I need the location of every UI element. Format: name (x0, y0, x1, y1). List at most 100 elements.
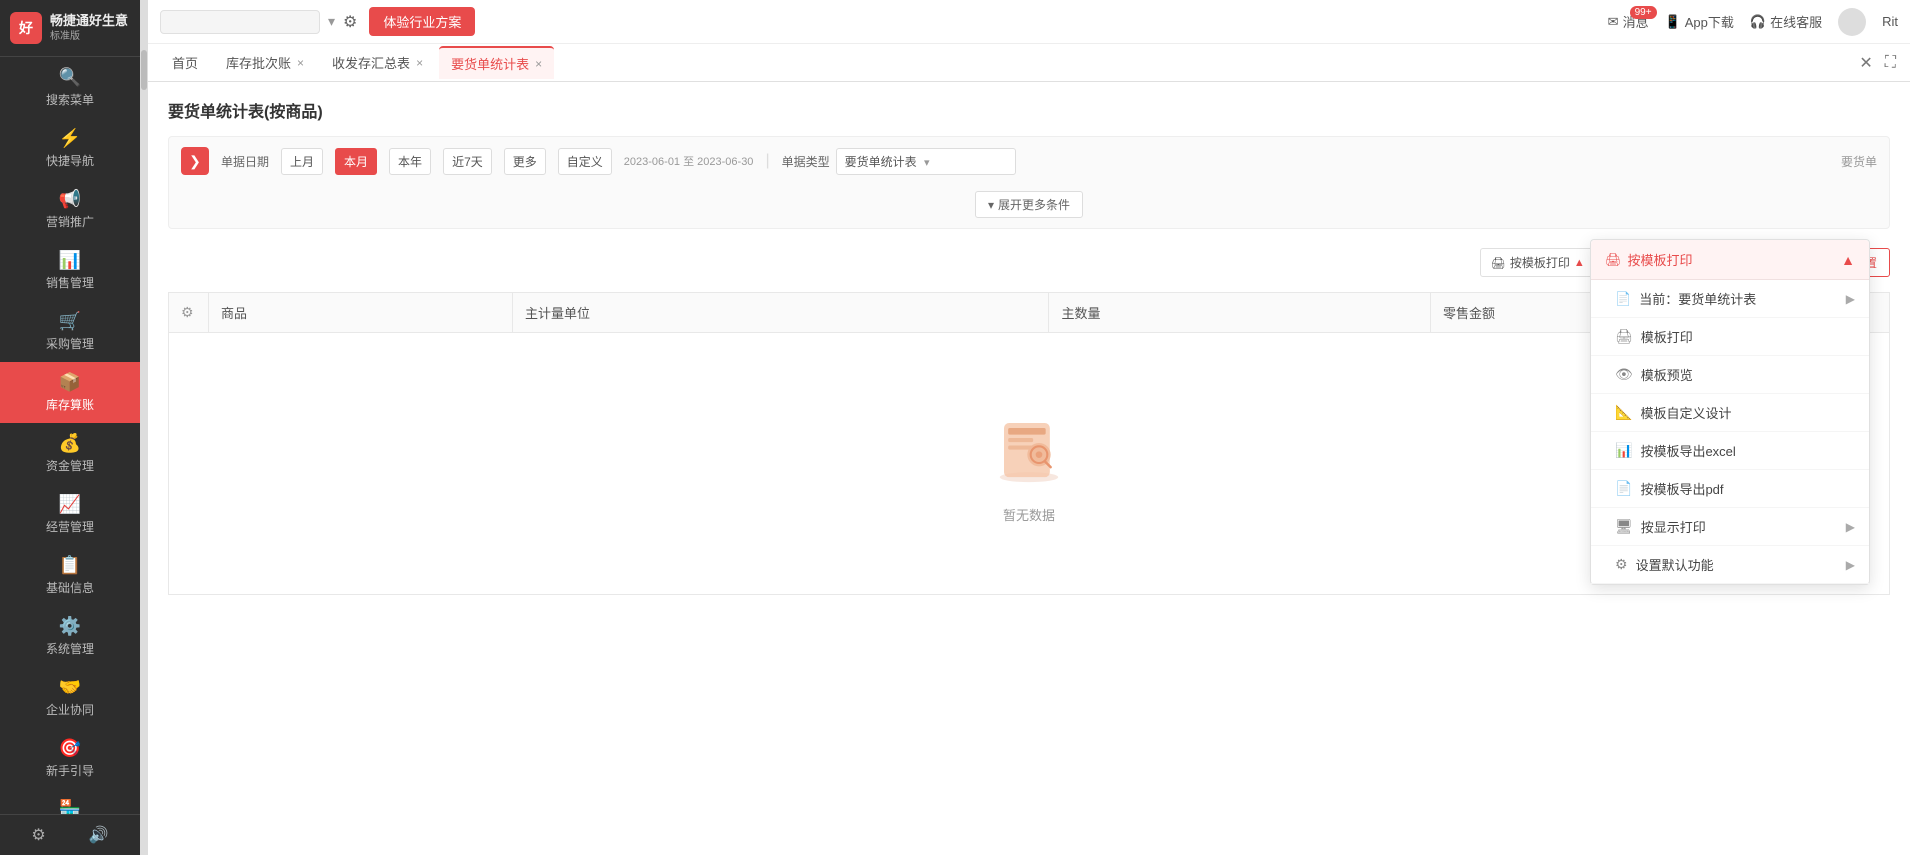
date-btn-7days[interactable]: 近7天 (443, 148, 492, 175)
dropdown-display-left: 🖥 按显示打印 (1615, 517, 1706, 536)
date-btn-more[interactable]: 更多 (504, 148, 546, 175)
topbar-settings-icon[interactable]: ⚙ (343, 12, 357, 32)
dropdown-item-export-excel[interactable]: 📊 按模板导出excel (1591, 432, 1869, 470)
table-col-settings: ⚙ (169, 293, 209, 333)
table-col-goods: 商品 (209, 293, 513, 333)
sidebar-item-purchase[interactable]: 🛒 采购管理 (0, 301, 140, 362)
operation-icon: 📈 (59, 494, 81, 515)
sidebar-item-marketing[interactable]: 📢 营销推广 (0, 179, 140, 240)
tab-close-batch[interactable]: × (297, 57, 304, 69)
logo-text: 畅捷通好生意 标准版 (50, 13, 128, 43)
tab-order-stats[interactable]: 要货单统计表 × (439, 46, 554, 79)
template-print-dropdown: 🖨 按模板打印 ▲ 📄 当前：要货单统计表 ▶ (1590, 239, 1870, 585)
sidebar-item-basic[interactable]: 📋 基础信息 (0, 545, 140, 606)
dropdown-custom-icon: 📐 (1615, 404, 1632, 421)
tab-receipts[interactable]: 收发存汇总表 × (320, 47, 435, 78)
expand-filter-btn[interactable]: ▾ 展开更多条件 (975, 191, 1083, 218)
type-select-group: 单据类型 要货单统计表 ▾ (782, 148, 1016, 175)
sidebar-item-enterprise[interactable]: 🤝 企业协同 (0, 667, 140, 728)
dropdown-collapse-btn[interactable]: ▲ (1841, 252, 1855, 268)
sidebar-item-inventory[interactable]: 📦 库存算账 (0, 362, 140, 423)
sidebar-item-shortcut[interactable]: ⚡ 快捷导航 (0, 118, 140, 179)
system-icon: ⚙️ (59, 616, 81, 637)
dropdown-preview-icon: 👁 (1615, 366, 1633, 383)
experience-btn[interactable]: 体验行业方案 (369, 7, 475, 36)
dropdown-pdf-icon: 📄 (1615, 480, 1632, 497)
scrollbar-thumb (141, 50, 147, 90)
dropdown-item-export-pdf[interactable]: 📄 按模板导出pdf (1591, 470, 1869, 508)
dropdown-header: 🖨 按模板打印 ▲ (1591, 240, 1869, 280)
tabs-controls: ✕ ⛶ (1857, 51, 1898, 75)
tab-home[interactable]: 首页 (160, 47, 210, 78)
sales-icon: 📊 (59, 250, 81, 271)
date-btn-this-year[interactable]: 本年 (389, 148, 431, 175)
tab-close-all-btn[interactable]: ✕ (1857, 51, 1874, 75)
date-btn-this-month[interactable]: 本月 (335, 148, 377, 175)
sidebar-item-system[interactable]: ⚙️ 系统管理 (0, 606, 140, 667)
shortcut-icon: ⚡ (59, 128, 81, 149)
settings-footer-btn[interactable]: ⚙ (31, 825, 45, 845)
dropdown-display-print[interactable]: 🖥 按显示打印 ▶ (1591, 508, 1869, 546)
dropdown-current-item[interactable]: 📄 当前：要货单统计表 ▶ (1591, 280, 1869, 318)
sidebar-item-operation[interactable]: 📈 经营管理 (0, 484, 140, 545)
inventory-icon: 📦 (59, 372, 81, 393)
user-avatar[interactable] (1838, 8, 1866, 36)
empty-text: 暂无数据 (1003, 505, 1055, 524)
current-item-icon: 📄 (1615, 291, 1631, 307)
filter-bar: ❯ 单据日期 上月 本月 本年 近7天 更多 自定义 2023-06-01 至 … (168, 136, 1890, 229)
date-btn-last-month[interactable]: 上月 (281, 148, 323, 175)
empty-illustration (979, 403, 1079, 493)
sidebar-item-sales[interactable]: 📊 销售管理 (0, 240, 140, 301)
message-btn[interactable]: ✉ 消息 99+ (1608, 12, 1649, 31)
filter-row-1: ❯ 单据日期 上月 本月 本年 近7天 更多 自定义 2023-06-01 至 … (181, 147, 1877, 175)
tab-batch[interactable]: 库存批次账 × (214, 47, 316, 78)
page-title: 要货单统计表(按商品) (168, 98, 1890, 122)
dropdown-item-template-print[interactable]: 🖨 模板打印 (1591, 318, 1869, 356)
search-nav-icon: 🔍 (59, 67, 81, 88)
app-download-btn[interactable]: 📱 App下载 (1665, 12, 1734, 31)
filter-extra-area: 要货单 (1841, 153, 1877, 170)
type-select[interactable]: 要货单统计表 ▾ (836, 148, 1016, 175)
topbar: ▾ ⚙ 体验行业方案 ✉ 消息 99+ 📱 App下载 🎧 在线客服 Rit (148, 0, 1910, 44)
table-col-quantity: 主数量 (1049, 293, 1431, 333)
purchase-icon: 🛒 (59, 311, 81, 332)
sidebar-scrollbar[interactable] (140, 0, 148, 855)
date-range-text: 2023-06-01 至 2023-06-30 (624, 153, 754, 169)
template-print-chevron-up: ▲ (1574, 257, 1585, 269)
sidebar-item-guide[interactable]: 🎯 新手引导 (0, 728, 140, 789)
guide-icon: 🎯 (59, 738, 81, 759)
enterprise-icon: 🤝 (59, 677, 81, 698)
sidebar-item-search[interactable]: 🔍 搜索菜单 (0, 57, 140, 118)
date-label: 单据日期 (221, 153, 269, 170)
table-col-unit: 主计量单位 (513, 293, 1049, 333)
topbar-right: ✉ 消息 99+ 📱 App下载 🎧 在线客服 Rit (1608, 8, 1898, 36)
date-btn-custom[interactable]: 自定义 (558, 148, 612, 175)
expand-icon: ▾ (988, 198, 994, 212)
dropdown-default-settings[interactable]: ⚙ 设置默认功能 ▶ (1591, 546, 1869, 584)
dropdown-current-left: 📄 当前：要货单统计表 (1615, 289, 1756, 308)
tab-maximize-btn[interactable]: ⛶ (1883, 52, 1898, 74)
filter-toggle-btn[interactable]: ❯ (181, 147, 209, 175)
type-label: 单据类型 (782, 153, 830, 170)
message-icon: ✉ (1608, 14, 1619, 30)
template-print-btn[interactable]: 🖨 按模板打印 ▲ (1480, 248, 1596, 277)
dropdown-excel-icon: 📊 (1615, 442, 1632, 459)
dropdown-item-template-custom[interactable]: 📐 模板自定义设计 (1591, 394, 1869, 432)
sidebar-nav: 🔍 搜索菜单 ⚡ 快捷导航 📢 营销推广 📊 销售管理 🛒 采购管理 📦 库存算… (0, 57, 140, 814)
topbar-dropdown-arrow[interactable]: ▾ (328, 13, 335, 30)
printer-icon: 🖨 (1491, 256, 1506, 270)
tabs-bar: 首页 库存批次账 × 收发存汇总表 × 要货单统计表 × ✕ ⛶ (148, 44, 1910, 82)
sound-footer-btn[interactable]: 🔊 (89, 825, 109, 845)
dropdown-printer2-icon: 🖨 (1615, 328, 1633, 345)
dropdown-display-icon: 🖥 (1615, 518, 1633, 535)
dropdown-item-template-preview[interactable]: 👁 模板预览 (1591, 356, 1869, 394)
sidebar-item-finance[interactable]: 💰 资金管理 (0, 423, 140, 484)
select-arrow-icon: ▾ (924, 157, 930, 169)
table-settings-icon[interactable]: ⚙ (181, 304, 194, 320)
tab-close-receipts[interactable]: × (416, 57, 423, 69)
page-container: 要货单统计表(按商品) ❯ 单据日期 上月 本月 本年 近7天 更多 自定义 2… (148, 82, 1910, 855)
online-service-btn[interactable]: 🎧 在线客服 (1750, 12, 1822, 31)
sidebar-item-appstore[interactable]: 🏪 应用中心 (0, 789, 140, 814)
tab-close-order-stats[interactable]: × (535, 58, 542, 70)
topbar-search-input[interactable] (160, 10, 320, 34)
